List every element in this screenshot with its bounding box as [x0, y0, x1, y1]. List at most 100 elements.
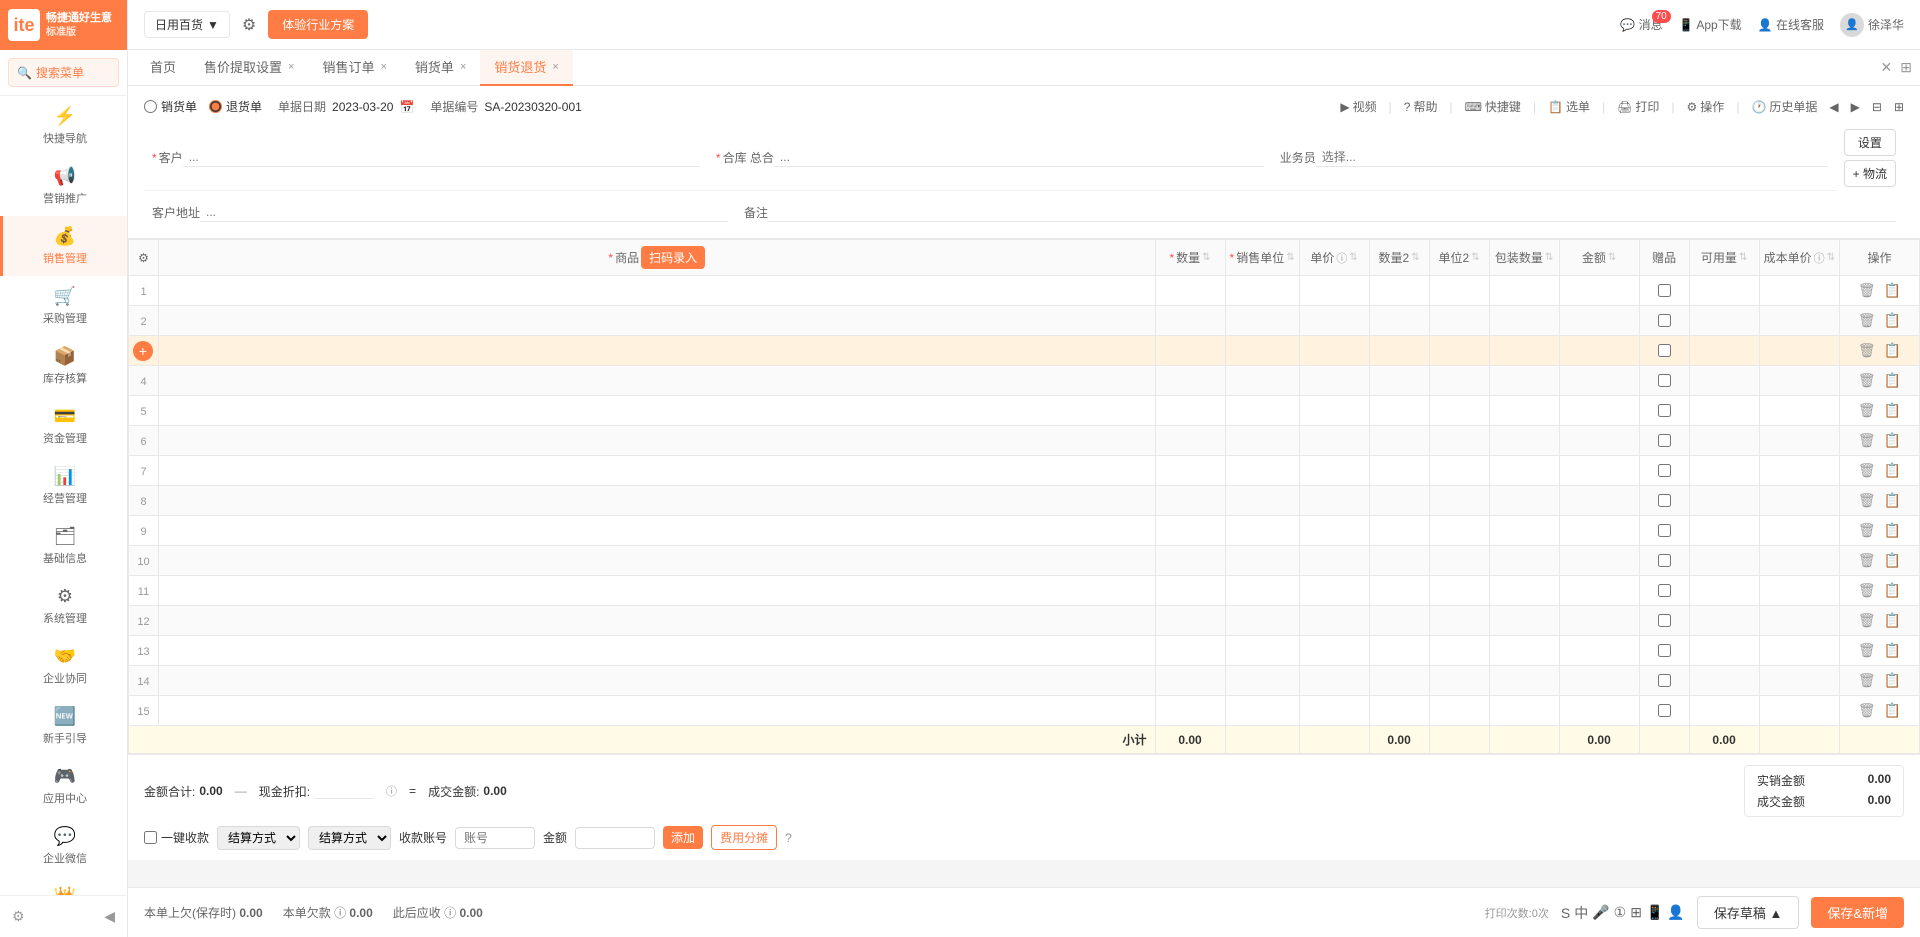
- product-cell[interactable]: [159, 276, 1156, 306]
- tab-return-close[interactable]: ×: [552, 61, 558, 73]
- sidebar-item-system[interactable]: ⚙ 系统管理: [0, 576, 127, 636]
- cost-sort-icon[interactable]: ⇅: [1827, 252, 1835, 263]
- product-cell[interactable]: [159, 306, 1156, 336]
- tool-1-btn[interactable]: ①: [1614, 904, 1627, 921]
- sidebar-item-finance[interactable]: 💳 资金管理: [0, 396, 127, 456]
- sidebar-item-member[interactable]: 👑 畅会员: [0, 876, 127, 895]
- tab-price-setting-close[interactable]: ×: [288, 61, 294, 73]
- delete-row-button[interactable]: 🗑: [1856, 310, 1878, 331]
- radio-return-input[interactable]: [209, 100, 222, 113]
- product-cell[interactable]: [159, 336, 1156, 366]
- qty-cell[interactable]: [1155, 336, 1225, 366]
- collapse-button[interactable]: ◀: [100, 904, 119, 929]
- unit-cell[interactable]: [1225, 276, 1299, 306]
- delete-row-button[interactable]: 🗑: [1856, 490, 1878, 511]
- one-click-pay-checkbox[interactable]: [144, 831, 157, 844]
- sidebar-item-enterprise[interactable]: 🤝 企业协同: [0, 636, 127, 696]
- gift-checkbox[interactable]: [1658, 494, 1671, 507]
- sidebar-item-wechat[interactable]: 💬 企业微信: [0, 816, 127, 876]
- experience-button[interactable]: 体验行业方案: [268, 10, 368, 39]
- qty-cell[interactable]: [1155, 276, 1225, 306]
- pack-cell[interactable]: [1489, 306, 1559, 336]
- gift-checkbox[interactable]: [1658, 284, 1671, 297]
- gift-checkbox[interactable]: [1658, 614, 1671, 627]
- delete-row-button[interactable]: 🗑: [1856, 550, 1878, 571]
- operate-toolbar-item[interactable]: ⚙ 操作: [1687, 98, 1725, 115]
- print-toolbar-item[interactable]: 🖨 打印: [1617, 98, 1659, 115]
- staff-input[interactable]: [1316, 148, 1828, 167]
- qty2-cell[interactable]: [1369, 336, 1429, 366]
- sidebar-item-basic[interactable]: 🗂 基础信息: [0, 516, 127, 576]
- customer-input[interactable]: [183, 148, 700, 167]
- settlement-select[interactable]: 结算方式: [217, 826, 300, 850]
- tab-price-setting[interactable]: 售价提取设置 ×: [190, 50, 308, 86]
- unit2-cell[interactable]: [1429, 276, 1489, 306]
- discount-info-icon[interactable]: ⓘ: [386, 783, 397, 799]
- amount-cell[interactable]: [1559, 336, 1639, 366]
- settings-gear-icon[interactable]: ⚙: [242, 15, 256, 35]
- sidebar-item-purchase[interactable]: 🛒 采购管理: [0, 276, 127, 336]
- logistics-button[interactable]: + 物流: [1844, 160, 1896, 187]
- fee-help-icon[interactable]: ?: [785, 831, 792, 845]
- settings-button[interactable]: ⚙: [8, 904, 29, 929]
- save-draft-dropdown-icon[interactable]: ▲: [1769, 906, 1782, 921]
- gift-checkbox[interactable]: [1658, 704, 1671, 717]
- gift-checkbox[interactable]: [1658, 344, 1671, 357]
- gift-checkbox[interactable]: [1658, 554, 1671, 567]
- price-sort-icon[interactable]: ⇅: [1349, 252, 1357, 263]
- avail-cell[interactable]: [1689, 306, 1759, 336]
- copy-row-button[interactable]: 📋: [1882, 550, 1903, 571]
- qty-sort-icon[interactable]: ⇅: [1202, 252, 1210, 263]
- nav-next-icon[interactable]: ▶: [1851, 100, 1860, 114]
- one-click-pay-check[interactable]: 一键收款: [144, 829, 209, 846]
- amount-cell[interactable]: [1559, 276, 1639, 306]
- warehouse-input[interactable]: [774, 148, 1264, 167]
- tool-zh-btn[interactable]: 中: [1574, 903, 1588, 923]
- set-button[interactable]: 设置: [1844, 129, 1896, 156]
- delete-row-button[interactable]: 🗑: [1856, 580, 1878, 601]
- search-menu-button[interactable]: 🔍 搜索菜单: [8, 58, 119, 87]
- radio-sales[interactable]: 销货单: [144, 98, 197, 115]
- copy-row-button[interactable]: 📋: [1882, 340, 1903, 361]
- delete-row-button[interactable]: 🗑: [1856, 430, 1878, 451]
- copy-row-button[interactable]: 📋: [1882, 280, 1903, 301]
- sidebar-item-operation[interactable]: 📊 经营管理: [0, 456, 127, 516]
- message-button[interactable]: 💬 消息 70: [1620, 16, 1662, 33]
- shortcut-toolbar-item[interactable]: ⌨ 快捷键: [1465, 98, 1521, 115]
- copy-row-button[interactable]: 📋: [1882, 370, 1903, 391]
- note-input[interactable]: [768, 203, 1896, 222]
- price-cell[interactable]: [1299, 276, 1369, 306]
- tab-sales-order-close[interactable]: ×: [380, 61, 386, 73]
- tab-sales[interactable]: 销货单 ×: [401, 50, 480, 86]
- gift-checkbox[interactable]: [1658, 314, 1671, 327]
- tool-mic-btn[interactable]: 🎤: [1592, 904, 1609, 921]
- address-input[interactable]: [200, 203, 728, 222]
- unit-sort-icon[interactable]: ⇅: [1286, 252, 1294, 263]
- select-toolbar-item[interactable]: 📋 选单: [1548, 98, 1590, 115]
- gift-checkbox[interactable]: [1658, 584, 1671, 597]
- tool-s-btn[interactable]: S: [1561, 905, 1570, 921]
- sidebar-item-apps[interactable]: 🎮 应用中心: [0, 756, 127, 816]
- view-list-icon[interactable]: ⊟: [1872, 100, 1882, 114]
- history-toolbar-item[interactable]: 🕐 历史单据: [1751, 98, 1817, 115]
- discount-input[interactable]: [314, 784, 374, 799]
- delete-row-button[interactable]: 🗑: [1856, 640, 1878, 661]
- cost-cell[interactable]: [1759, 276, 1839, 306]
- delete-row-button[interactable]: 🗑: [1856, 370, 1878, 391]
- cost-info-icon[interactable]: ⓘ: [1814, 250, 1825, 266]
- tool-phone-btn[interactable]: 📱: [1646, 904, 1663, 921]
- help-hint2[interactable]: ⓘ: [444, 906, 456, 920]
- gift-checkbox[interactable]: [1658, 434, 1671, 447]
- tab-return[interactable]: 销货退货 ×: [480, 50, 572, 86]
- copy-row-button[interactable]: 📋: [1882, 460, 1903, 481]
- add-payment-button[interactable]: 添加: [663, 826, 703, 849]
- calc-select[interactable]: 结算方式: [308, 826, 391, 850]
- delete-row-button[interactable]: 🗑: [1856, 400, 1878, 421]
- sidebar-item-marketing[interactable]: 📢 营销推广: [0, 156, 127, 216]
- copy-row-button[interactable]: 📋: [1882, 640, 1903, 661]
- pack-cell[interactable]: [1489, 336, 1559, 366]
- radio-sales-input[interactable]: [144, 100, 157, 113]
- qty-cell[interactable]: [1155, 306, 1225, 336]
- user-menu[interactable]: 👤 徐泽华: [1840, 13, 1904, 37]
- product-input-active[interactable]: [163, 344, 1151, 358]
